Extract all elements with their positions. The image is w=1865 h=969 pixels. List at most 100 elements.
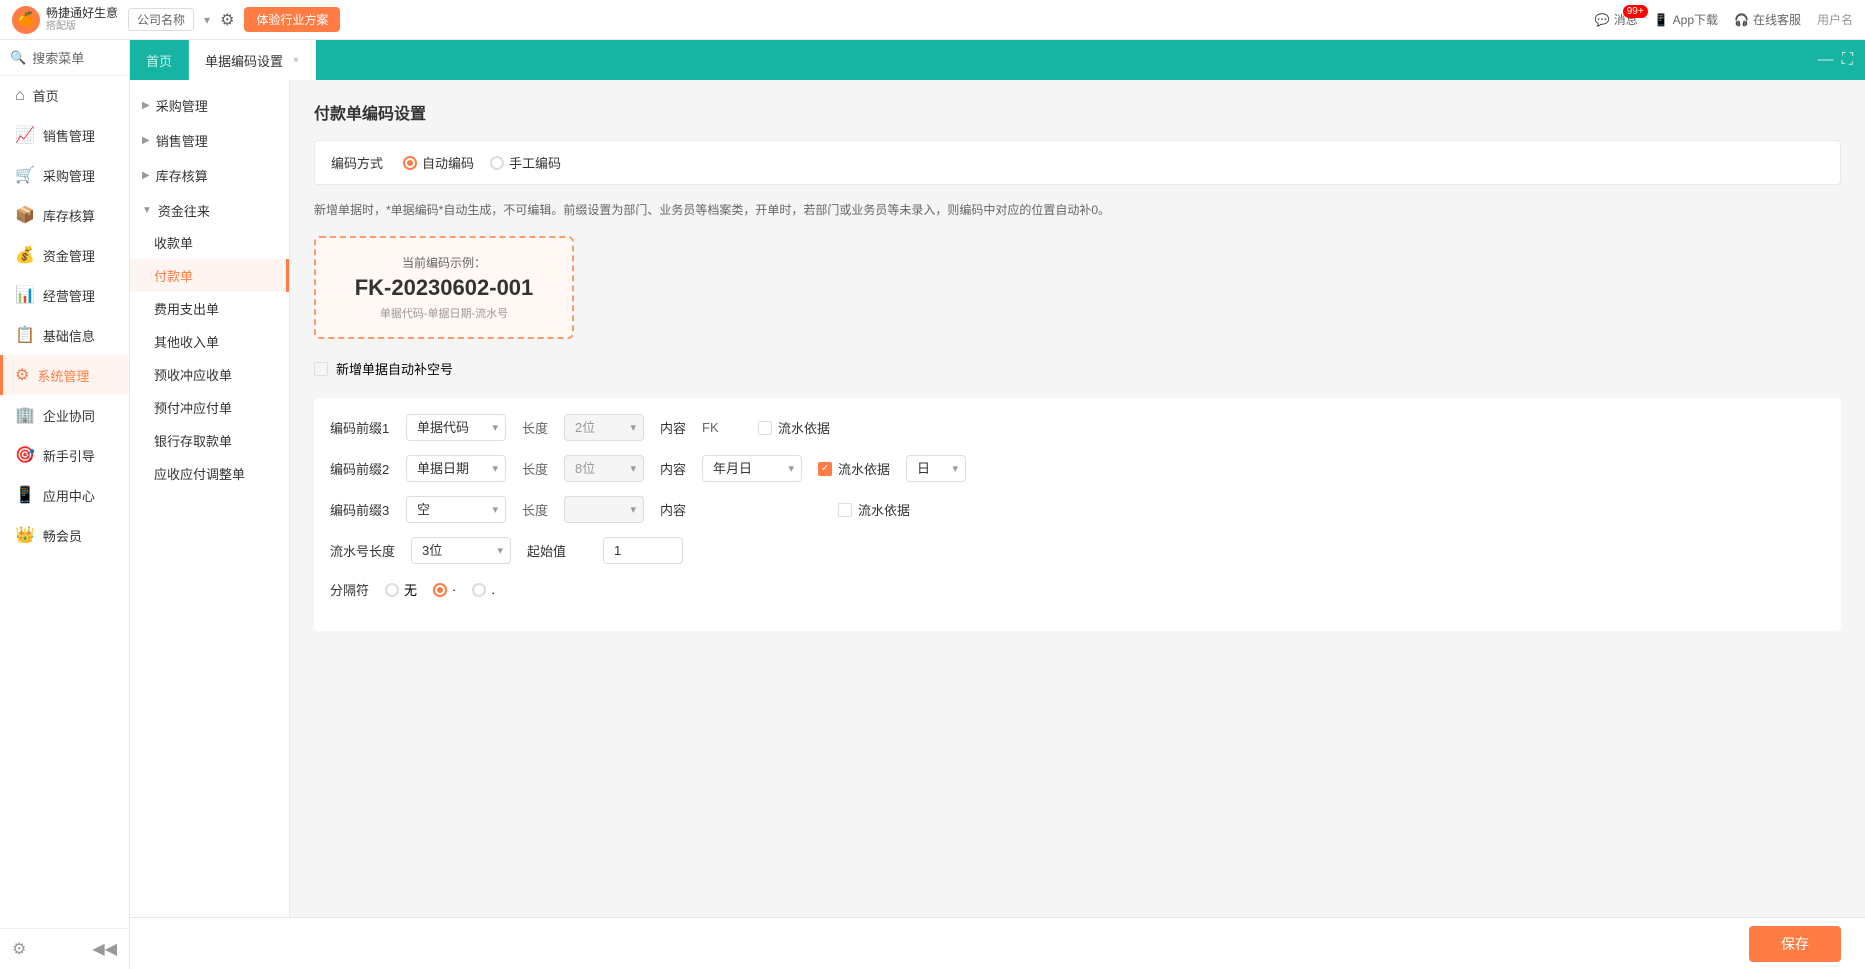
sec-item-payment[interactable]: 付款单 xyxy=(130,259,289,292)
tab-maximize-icon[interactable]: ⛶ xyxy=(1842,51,1853,69)
code-preview-box: 当前编码示例： FK-20230602-001 单据代码-单据日期-流水号 xyxy=(314,236,574,339)
secondary-sidebar: ▶ 采购管理 ▶ 销售管理 ▶ 库存核算 xyxy=(130,80,290,917)
sidebar-item-finance[interactable]: 💰 资金管理 xyxy=(0,235,129,275)
prefix2-length-select[interactable]: 8位6位4位 xyxy=(564,455,644,482)
autofill-label: 新增单据自动补空号 xyxy=(336,359,453,378)
sep-dot-radio[interactable]: · xyxy=(433,582,456,597)
tab-close-icon[interactable]: × xyxy=(293,55,299,66)
sec-item-expense[interactable]: 费用支出单 xyxy=(130,292,289,325)
brand-icon: 🍊 xyxy=(12,6,40,34)
sep-dot-dot xyxy=(433,583,447,597)
system-icon: ⚙ xyxy=(15,365,29,385)
prefix2-content-wrapper: 年月日年月年 xyxy=(702,455,802,482)
autofill-checkbox[interactable] xyxy=(314,362,328,376)
prefix2-day-select[interactable]: 日月年 xyxy=(906,455,966,482)
online-service-button[interactable]: 🎧 在线客服 xyxy=(1734,11,1801,28)
tab-encoding-settings[interactable]: 单据编码设置 × xyxy=(189,40,316,80)
start-value-input[interactable] xyxy=(603,537,683,564)
company-selector[interactable]: 公司名称 xyxy=(128,8,194,31)
code-example: FK-20230602-001 xyxy=(355,275,534,301)
manual-encoding-radio[interactable]: 手工编码 xyxy=(490,153,561,172)
sec-group-capital-header[interactable]: ▼ 资金往来 xyxy=(130,195,289,226)
prefix3-length-select[interactable] xyxy=(564,496,644,523)
sec-item-pre-payment[interactable]: 预付冲应付单 xyxy=(130,391,289,424)
message-badge: 99+ xyxy=(1623,5,1648,18)
save-button[interactable]: 保存 xyxy=(1749,926,1841,962)
prefix2-label: 编码前缀2 xyxy=(330,459,390,478)
user-info[interactable]: 用户名 xyxy=(1817,11,1853,28)
prefix2-content-select[interactable]: 年月日年月年 xyxy=(702,455,802,482)
main-layout: 🔍 搜索菜单 ⌂ 首页 📈 销售管理 🛒 采购管理 📦 库存核算 💰 资金管理 … xyxy=(0,40,1865,969)
prefix3-flow-checkbox[interactable] xyxy=(838,503,852,517)
sec-group-purchase-header[interactable]: ▶ 采购管理 xyxy=(130,90,289,121)
tab-minimize-icon[interactable]: — xyxy=(1818,51,1834,69)
sep-none-radio[interactable]: 无 xyxy=(385,580,417,599)
prefix2-flow-checkbox[interactable] xyxy=(818,462,832,476)
prefix2-serial-flow-label[interactable]: 流水依据 xyxy=(818,459,890,478)
sec-item-bank[interactable]: 银行存取款单 xyxy=(130,424,289,457)
sidebar-item-system[interactable]: ⚙ 系统管理 xyxy=(0,355,129,395)
sidebar-item-purchase[interactable]: 🛒 采购管理 xyxy=(0,155,129,195)
newbie-icon: 🎯 xyxy=(15,445,35,465)
enterprise-icon: 🏢 xyxy=(15,405,35,425)
prefix3-serial-flow-label[interactable]: 流水依据 xyxy=(838,500,910,519)
encoding-method-label: 编码方式 xyxy=(331,153,383,172)
sec-item-adjust[interactable]: 应收应付调整单 xyxy=(130,457,289,490)
message-button[interactable]: 💬 消息 99+ xyxy=(1595,11,1638,28)
basic-icon: 📋 xyxy=(15,325,35,345)
settings-icon[interactable]: ⚙ xyxy=(220,10,234,30)
prefix1-content-label: 内容 xyxy=(660,418,686,437)
sidebar-bottom: ⚙ ◀◀ xyxy=(0,928,129,969)
sidebar-item-home[interactable]: ⌂ 首页 xyxy=(0,76,129,115)
sec-group-sales: ▶ 销售管理 xyxy=(130,125,289,156)
prefix1-length-wrapper: 2位4位6位 xyxy=(564,414,644,441)
topbar-right: 💬 消息 99+ 📱 App下载 🎧 在线客服 用户名 xyxy=(1595,11,1853,28)
sec-item-pre-receipt[interactable]: 预收冲应收单 xyxy=(130,358,289,391)
sidebar-item-member[interactable]: 👑 畅会员 xyxy=(0,515,129,555)
nav-arrows[interactable]: ▾ xyxy=(204,13,210,27)
operations-icon: 📊 xyxy=(15,285,35,305)
prefix2-select[interactable]: 单据日期部门业务员空 xyxy=(406,455,506,482)
sidebar-item-inventory[interactable]: 📦 库存核算 xyxy=(0,195,129,235)
auto-encoding-radio[interactable]: 自动编码 xyxy=(403,153,474,172)
prefix3-length-wrapper xyxy=(564,496,644,523)
serial-length-label: 流水号长度 xyxy=(330,541,395,560)
inventory-icon: 📦 xyxy=(15,205,35,225)
prefix3-row: 编码前缀3 空单据代码部门业务员 长度 内容 xyxy=(330,496,1825,523)
manual-encoding-dot xyxy=(490,156,504,170)
topbar-left: 🍊 畅捷通好生意 搭配版 公司名称 ▾ ⚙ 体验行业方案 xyxy=(12,6,340,34)
tabbar-actions: — ⛶ xyxy=(1818,51,1865,69)
sidebar-item-basic[interactable]: 📋 基础信息 xyxy=(0,315,129,355)
sidebar-item-newbie[interactable]: 🎯 新手引导 xyxy=(0,435,129,475)
sidebar-item-operations[interactable]: 📊 经营管理 xyxy=(0,275,129,315)
sec-group-inventory-header[interactable]: ▶ 库存核算 xyxy=(130,160,289,191)
sidebar-item-enterprise[interactable]: 🏢 企业协同 xyxy=(0,395,129,435)
sec-item-other-income[interactable]: 其他收入单 xyxy=(130,325,289,358)
sidebar-item-sales[interactable]: 📈 销售管理 xyxy=(0,115,129,155)
prefix3-label: 编码前缀3 xyxy=(330,500,390,519)
encoding-method-section: 编码方式 自动编码 手工编码 xyxy=(314,140,1841,185)
collapse-icon[interactable]: ◀◀ xyxy=(92,939,117,959)
prefix3-select[interactable]: 空单据代码部门业务员 xyxy=(406,496,506,523)
prefix2-length-label: 长度 xyxy=(522,459,548,478)
sec-item-receipt[interactable]: 收款单 xyxy=(130,226,289,259)
experience-button[interactable]: 体验行业方案 xyxy=(244,7,340,32)
settings-bottom-icon[interactable]: ⚙ xyxy=(12,939,26,959)
prefix1-serial-flow-label[interactable]: 流水依据 xyxy=(758,418,830,437)
prefix1-select[interactable]: 单据代码部门业务员空 xyxy=(406,414,506,441)
sep-dash-radio[interactable]: . xyxy=(472,582,495,597)
prefix1-length-label: 长度 xyxy=(522,418,548,437)
prefix2-select-wrapper: 单据日期部门业务员空 xyxy=(406,455,506,482)
sidebar-search[interactable]: 🔍 搜索菜单 xyxy=(0,40,129,76)
tab-home[interactable]: 首页 xyxy=(130,40,189,80)
prefix1-flow-checkbox[interactable] xyxy=(758,421,772,435)
chevron-right-icon2: ▶ xyxy=(142,135,150,146)
prefix1-length-select[interactable]: 2位4位6位 xyxy=(564,414,644,441)
sidebar-item-appcenter[interactable]: 📱 应用中心 xyxy=(0,475,129,515)
sec-group-sales-header[interactable]: ▶ 销售管理 xyxy=(130,125,289,156)
prefix3-content-label: 内容 xyxy=(660,500,686,519)
app-download-button[interactable]: 📱 App下载 xyxy=(1654,11,1718,28)
serial-length-select[interactable]: 3位4位5位6位 xyxy=(411,537,511,564)
member-icon: 👑 xyxy=(15,525,35,545)
prefix1-select-wrapper: 单据代码部门业务员空 xyxy=(406,414,506,441)
